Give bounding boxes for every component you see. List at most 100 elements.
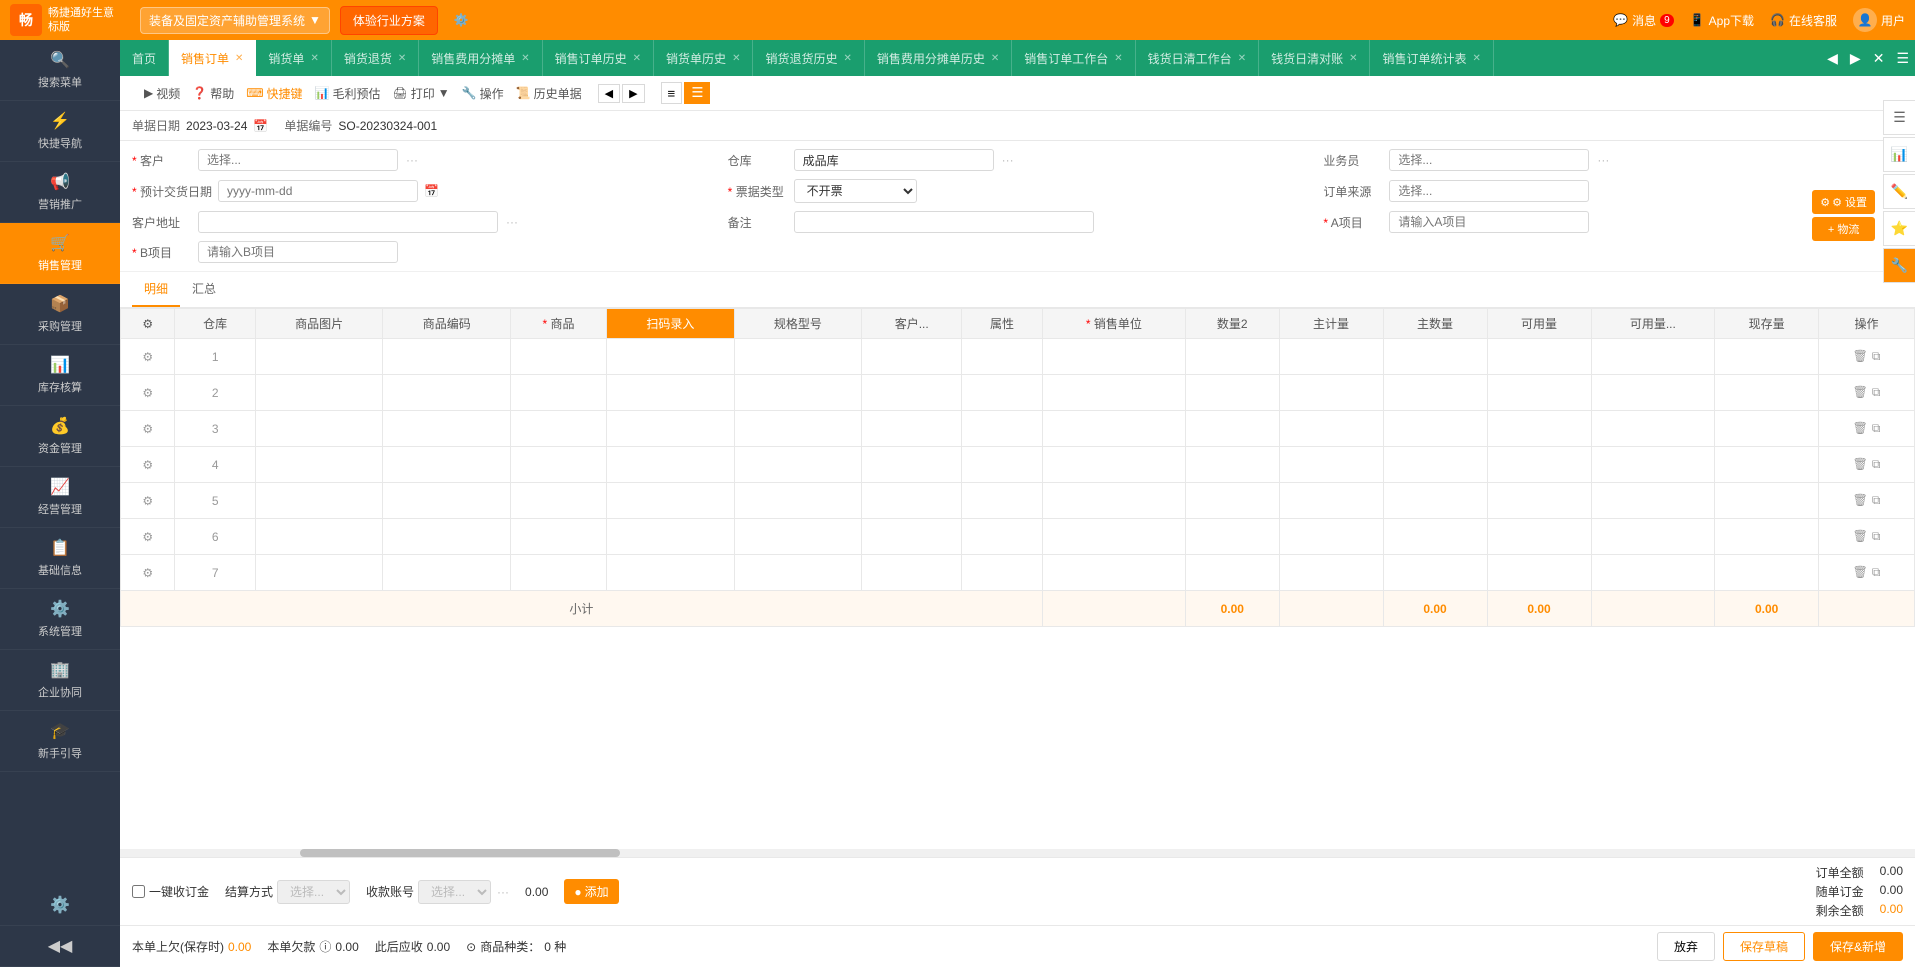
cell-3-4[interactable] [510,411,606,447]
cell-5-15[interactable] [1715,483,1819,519]
cell-7-5[interactable] [607,555,735,591]
cell-5-3[interactable] [383,483,511,519]
list-view-btn[interactable]: ≡ [661,82,683,104]
cell-7-15[interactable] [1715,555,1819,591]
cell-7-8[interactable] [962,555,1042,591]
salesperson-more-icon[interactable]: ··· [1597,153,1609,167]
col-header-product-img[interactable]: 商品图片 [255,309,383,339]
row-actions-2[interactable]: 🗑⧉ [1819,375,1915,411]
cell-3-15[interactable] [1715,411,1819,447]
tab-close-sales-stats[interactable]: ✕ [1473,53,1481,64]
cell-2-11[interactable] [1279,375,1383,411]
message-item[interactable]: 💬 消息 9 [1613,12,1674,29]
sidebar-item-settings-bottom[interactable]: ⚙️ [0,885,120,926]
cell-4-15[interactable] [1715,447,1819,483]
cell-6-15[interactable] [1715,519,1819,555]
delete-icon[interactable]: 🗑 [1853,529,1868,543]
col-header-customer-note[interactable]: 客户... [862,309,962,339]
warehouse-more-icon[interactable]: ··· [1002,153,1014,167]
row-gear-7[interactable]: ⚙ [121,555,175,591]
cell-6-8[interactable] [962,519,1042,555]
save-draft-btn[interactable]: 保存草稿 [1723,932,1805,961]
cell-1-5[interactable] [607,339,735,375]
tab-close-sales-return[interactable]: ✕ [310,53,318,64]
cell-1-4[interactable] [510,339,606,375]
cell-7-9[interactable] [1042,555,1185,591]
cell-7-10[interactable] [1185,555,1279,591]
tab-sales-order[interactable]: 销售订单✕ [169,40,256,76]
form-view-btn[interactable]: ☰ [684,82,710,104]
cell-5-13[interactable] [1487,483,1591,519]
cell-3-5[interactable] [607,411,735,447]
col-header-qty2[interactable]: 数量2 [1185,309,1279,339]
cell-4-7[interactable] [862,447,962,483]
discard-btn[interactable]: 放弃 [1657,932,1715,961]
cell-4-12[interactable] [1383,447,1487,483]
cell-4-5[interactable] [607,447,735,483]
cell-6-3[interactable] [383,519,511,555]
cell-5-4[interactable] [510,483,606,519]
tab-close-all[interactable]: ✕ [1867,42,1891,75]
col-header-available2[interactable]: 可用量... [1591,309,1715,339]
col-header-available[interactable]: 可用量 [1487,309,1591,339]
tab-close-cash-reconcile[interactable]: ✕ [1349,53,1357,64]
cell-4-3[interactable] [383,447,511,483]
cell-1-14[interactable] [1591,339,1715,375]
tab-nav-right[interactable]: ▶ [1844,42,1867,75]
cell-6-2[interactable] [255,519,383,555]
cell-2-4[interactable] [510,375,606,411]
tab-sales-return[interactable]: 销货单✕ [256,40,331,76]
sidebar-item-enterprise[interactable]: 🏢 企业协同 [0,650,120,711]
cell-6-9[interactable] [1042,519,1185,555]
row-actions-6[interactable]: 🗑⧉ [1819,519,1915,555]
cell-5-2[interactable] [255,483,383,519]
cell-1-10[interactable] [1185,339,1279,375]
cell-2-9[interactable] [1042,375,1185,411]
tab-home[interactable]: 首页 [120,40,169,76]
scroll-bar-area[interactable] [120,849,1915,857]
cell-6-12[interactable] [1383,519,1487,555]
cell-7-3[interactable] [383,555,511,591]
cell-1-15[interactable] [1715,339,1819,375]
online-service-item[interactable]: 🎧 在线客服 [1770,12,1837,29]
sidebar-item-guide[interactable]: 🎓 新手引导 [0,711,120,772]
right-panel-btn-2[interactable]: 📊 [1883,137,1915,172]
tab-sales-return-history[interactable]: 销货单历史✕ [654,40,753,76]
tab-sales-order-workbench[interactable]: 销售订单工作台✕ [1012,40,1135,76]
help-btn[interactable]: ❓ 帮助 [192,85,234,102]
operations-btn[interactable]: 🔧 操作 [462,85,504,102]
col-header-main-unit[interactable]: 主计量 [1279,309,1383,339]
address-more-icon[interactable]: ··· [506,215,518,229]
cell-2-12[interactable] [1383,375,1487,411]
cell-3-12[interactable] [1383,411,1487,447]
col-header-main-qty[interactable]: 主数量 [1383,309,1487,339]
industry-btn[interactable]: 体验行业方案 [340,6,438,35]
copy-icon[interactable]: ⧉ [1872,493,1881,507]
right-panel-btn-4[interactable]: ⭐ [1883,211,1915,246]
pay-method-select[interactable]: 选择... [277,880,350,904]
delete-icon[interactable]: 🗑 [1853,349,1868,363]
cell-5-14[interactable] [1591,483,1715,519]
tab-close-sales-order-workbench[interactable]: ✕ [1114,53,1122,64]
col-header-product[interactable]: 商品 [510,309,606,339]
copy-icon[interactable]: ⧉ [1872,529,1881,543]
cell-3-9[interactable] [1042,411,1185,447]
cell-1-3[interactable] [383,339,511,375]
b-project-input[interactable] [198,241,398,263]
tab-cash-reconcile[interactable]: 钱货日清对账✕ [1259,40,1370,76]
calendar-icon[interactable]: 📅 [253,119,268,133]
cell-4-11[interactable] [1279,447,1383,483]
view-video-btn[interactable]: ▶ 视频 [144,85,180,102]
cell-6-10[interactable] [1185,519,1279,555]
invoice-type-select[interactable]: 不开票 增值税普通发票 增值税专用发票 [794,179,917,203]
col-header-attribute[interactable]: 属性 [962,309,1042,339]
cell-6-11[interactable] [1279,519,1383,555]
row-actions-1[interactable]: 🗑⧉ [1819,339,1915,375]
print-btn[interactable]: 🖨 打印 ▼ [393,85,450,102]
tab-close-sales-order[interactable]: ✕ [235,53,243,64]
cell-5-12[interactable] [1383,483,1487,519]
shortcut-btn[interactable]: ⌨ 快捷键 [246,85,302,102]
right-panel-btn-1[interactable]: ☰ [1883,100,1915,135]
customer-more-icon[interactable]: ··· [406,153,418,167]
tab-menu[interactable]: ☰ [1890,42,1915,75]
